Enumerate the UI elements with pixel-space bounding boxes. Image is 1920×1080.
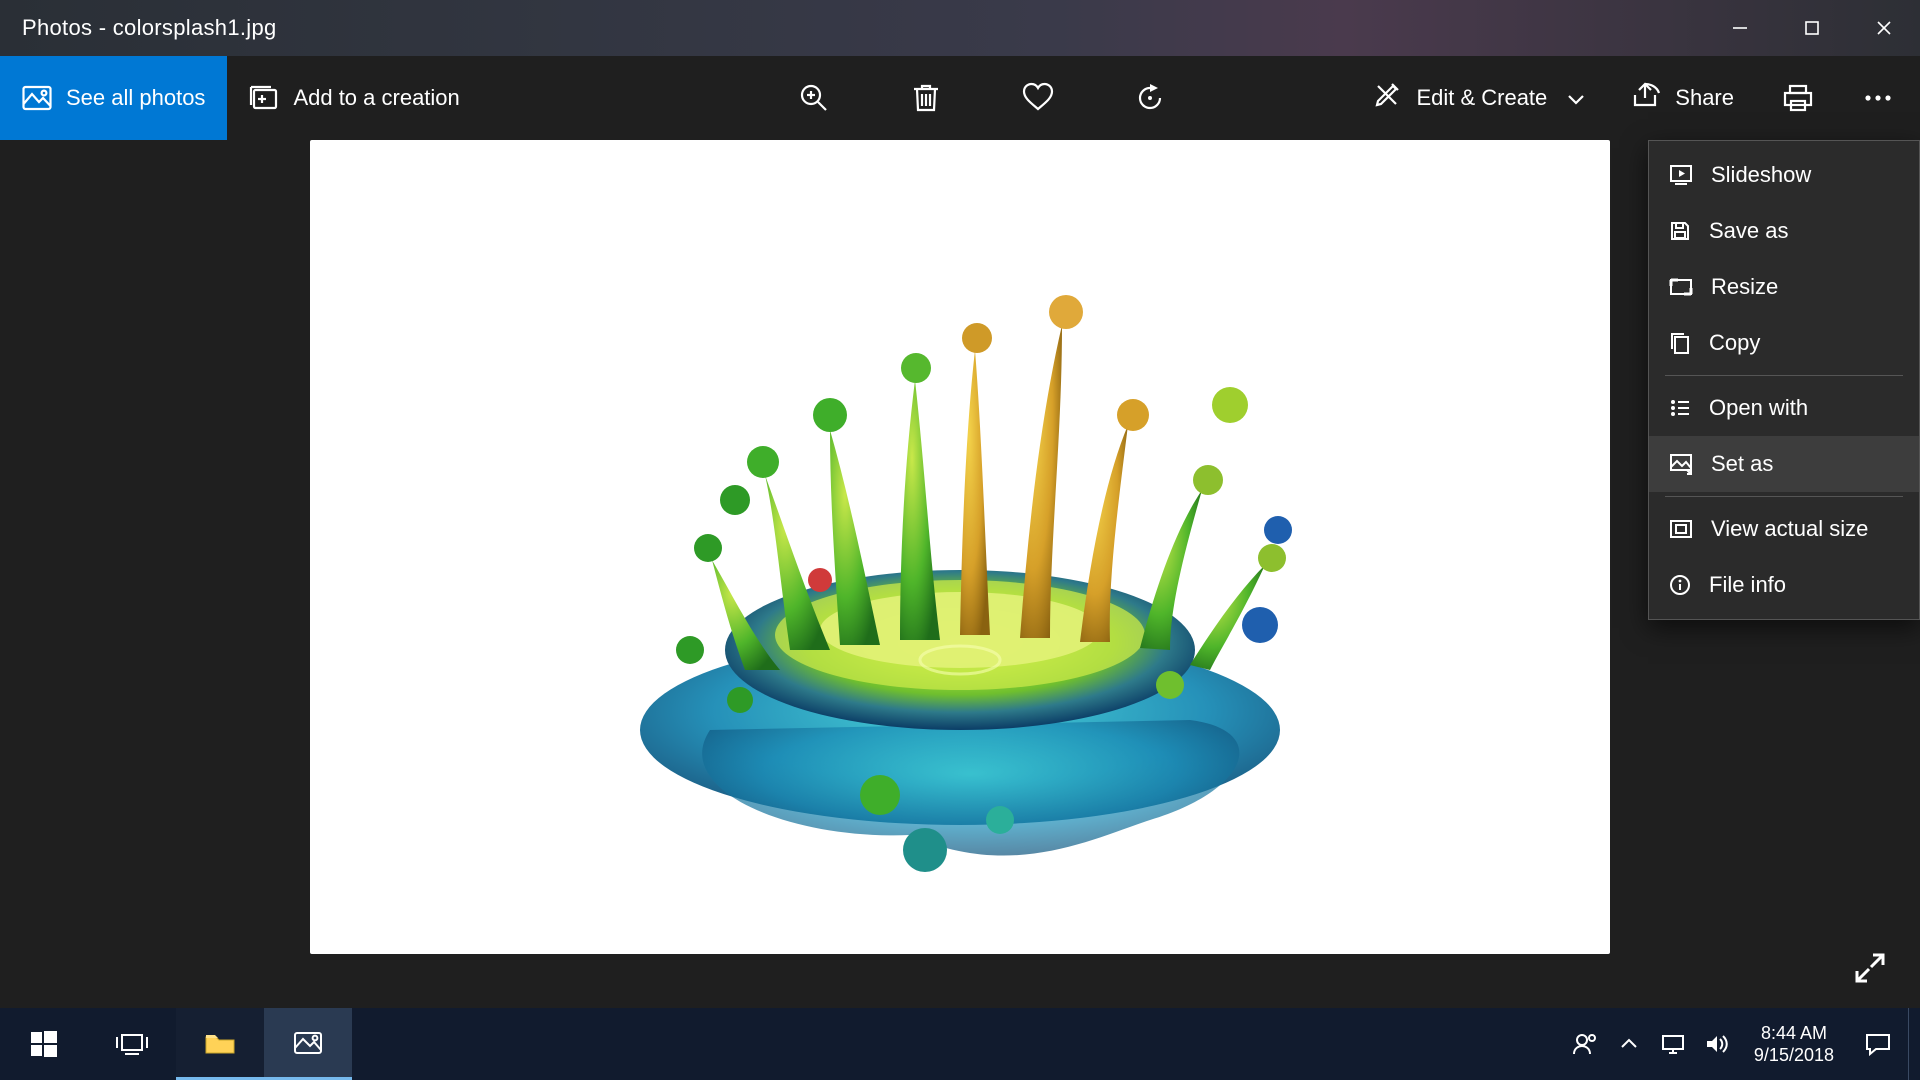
menu-set-as-label: Set as	[1711, 451, 1773, 477]
notification-icon	[1864, 1032, 1892, 1056]
add-collection-icon	[249, 84, 279, 112]
folder-icon	[203, 1030, 237, 1056]
save-icon	[1669, 220, 1691, 242]
menu-save-as-label: Save as	[1709, 218, 1789, 244]
photos-icon	[22, 84, 52, 112]
clock-date: 9/15/2018	[1754, 1044, 1834, 1067]
share-label: Share	[1675, 85, 1734, 111]
menu-resize-label: Resize	[1711, 274, 1778, 300]
actualsize-icon	[1669, 519, 1693, 539]
maximize-icon	[1804, 20, 1820, 36]
taskview-icon	[115, 1031, 149, 1057]
menu-view-actual-size[interactable]: View actual size	[1649, 501, 1919, 557]
toolbar-right-group: Edit & Create Share	[1354, 56, 1920, 140]
show-desktop-button[interactable]	[1908, 1008, 1916, 1080]
fullscreen-button[interactable]	[1848, 946, 1892, 990]
chevron-up-icon	[1620, 1038, 1638, 1050]
menu-open-with-label: Open with	[1709, 395, 1808, 421]
close-icon	[1875, 19, 1893, 37]
viewer-area: Slideshow Save as Resize Copy Open with …	[0, 140, 1920, 1008]
delete-button[interactable]	[894, 82, 958, 114]
windows-icon	[29, 1029, 59, 1059]
chevron-down-icon	[1567, 85, 1585, 111]
edit-icon	[1372, 80, 1402, 116]
setas-icon	[1669, 453, 1693, 475]
photo-content	[530, 230, 1390, 930]
heart-icon	[1021, 82, 1055, 112]
volume-tray[interactable]	[1696, 1008, 1738, 1080]
add-to-creation-button[interactable]: Add to a creation	[227, 56, 481, 140]
more-context-menu: Slideshow Save as Resize Copy Open with …	[1648, 140, 1920, 620]
taskbar-clock[interactable]: 8:44 AM 9/15/2018	[1740, 1022, 1848, 1067]
maximize-button[interactable]	[1776, 0, 1848, 56]
zoom-in-icon	[798, 82, 830, 114]
fullscreen-icon	[1853, 951, 1887, 985]
toolbar-center-group	[782, 82, 1182, 114]
menu-resize[interactable]: Resize	[1649, 259, 1919, 315]
menu-save-as[interactable]: Save as	[1649, 203, 1919, 259]
action-center-button[interactable]	[1850, 1008, 1906, 1080]
title-bar: Photos - colorsplash1.jpg	[0, 0, 1920, 56]
window-title: Photos - colorsplash1.jpg	[22, 15, 277, 41]
app-toolbar: See all photos Add to a creation Edit & …	[0, 56, 1920, 140]
print-button[interactable]	[1762, 56, 1834, 140]
image-canvas[interactable]	[310, 140, 1610, 954]
taskbar-left	[0, 1008, 352, 1080]
taskbar-right: 8:44 AM 9/15/2018	[1564, 1008, 1920, 1080]
menu-open-with[interactable]: Open with	[1649, 380, 1919, 436]
zoom-button[interactable]	[782, 82, 846, 114]
clock-time: 8:44 AM	[1754, 1022, 1834, 1045]
menu-file-info-label: File info	[1709, 572, 1786, 598]
volume-icon	[1704, 1033, 1730, 1055]
slideshow-icon	[1669, 164, 1693, 186]
add-to-creation-label: Add to a creation	[293, 85, 459, 111]
menu-copy[interactable]: Copy	[1649, 315, 1919, 371]
see-all-photos-label: See all photos	[66, 85, 205, 111]
menu-copy-label: Copy	[1709, 330, 1760, 356]
close-button[interactable]	[1848, 0, 1920, 56]
window-controls	[1704, 0, 1920, 56]
start-button[interactable]	[0, 1008, 88, 1080]
file-explorer-taskbar[interactable]	[176, 1008, 264, 1080]
tray-overflow[interactable]	[1608, 1008, 1650, 1080]
network-tray[interactable]	[1652, 1008, 1694, 1080]
people-tray[interactable]	[1564, 1008, 1606, 1080]
rotate-icon	[1134, 82, 1166, 114]
rotate-button[interactable]	[1118, 82, 1182, 114]
menu-separator	[1665, 375, 1903, 376]
share-icon	[1631, 81, 1661, 115]
network-icon	[1660, 1033, 1686, 1055]
see-all-photos-button[interactable]: See all photos	[0, 56, 227, 140]
minimize-button[interactable]	[1704, 0, 1776, 56]
copy-icon	[1669, 331, 1691, 355]
trash-icon	[911, 82, 941, 114]
photos-app-taskbar[interactable]	[264, 1008, 352, 1080]
task-view-button[interactable]	[88, 1008, 176, 1080]
edit-create-button[interactable]: Edit & Create	[1354, 56, 1603, 140]
menu-separator	[1665, 496, 1903, 497]
menu-file-info[interactable]: File info	[1649, 557, 1919, 613]
menu-set-as[interactable]: Set as	[1649, 436, 1919, 492]
photos-app-icon	[293, 1030, 323, 1056]
list-icon	[1669, 398, 1691, 418]
print-icon	[1782, 83, 1814, 113]
menu-slideshow-label: Slideshow	[1711, 162, 1811, 188]
taskbar: 8:44 AM 9/15/2018	[0, 1008, 1920, 1080]
edit-create-label: Edit & Create	[1416, 85, 1547, 111]
ellipsis-icon	[1863, 93, 1893, 103]
share-button[interactable]: Share	[1611, 56, 1754, 140]
more-button[interactable]	[1842, 56, 1914, 140]
menu-view-actual-size-label: View actual size	[1711, 516, 1868, 542]
resize-icon	[1669, 277, 1693, 297]
favorite-button[interactable]	[1006, 82, 1070, 112]
menu-slideshow[interactable]: Slideshow	[1649, 147, 1919, 203]
minimize-icon	[1731, 19, 1749, 37]
info-icon	[1669, 574, 1691, 596]
people-icon	[1572, 1032, 1598, 1056]
